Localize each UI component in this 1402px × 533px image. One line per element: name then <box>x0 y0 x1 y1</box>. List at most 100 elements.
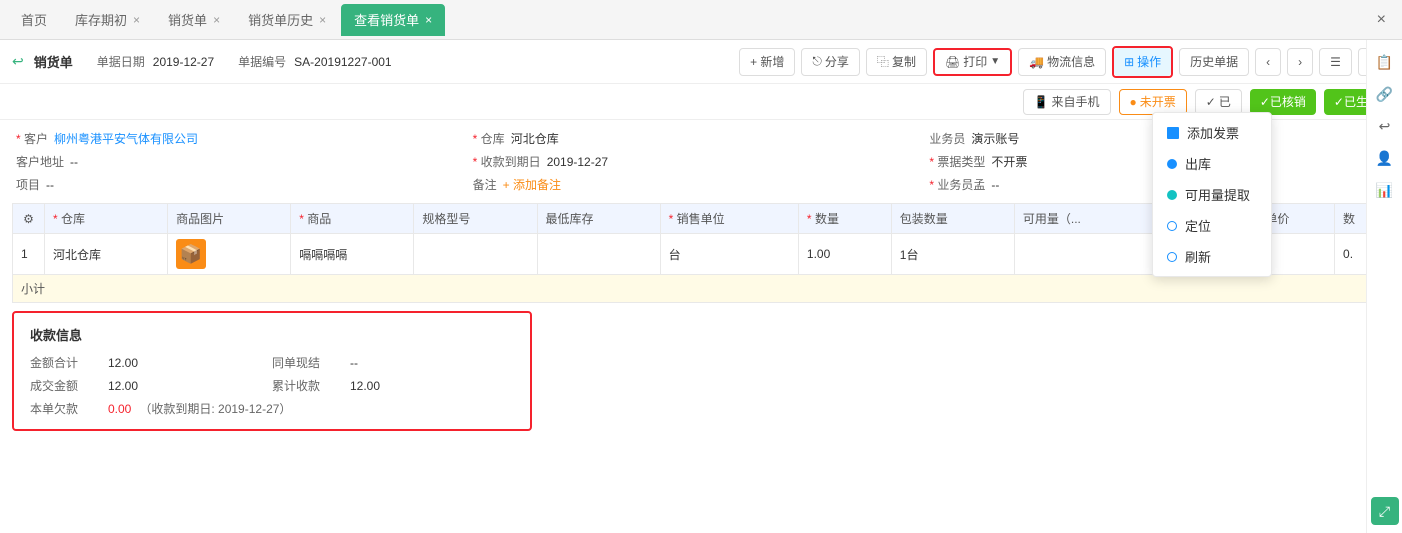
col-available: 可用量（... <box>1014 204 1156 234</box>
logistics-button-label: 物流信息 <box>1047 53 1095 70</box>
done-button[interactable]: ✓ 已核销 <box>1250 89 1316 115</box>
product-image: 📦 <box>176 239 206 269</box>
tab-view-sales-close[interactable]: × <box>425 13 432 27</box>
right-sidebar: 📋 🔗 ↩ 👤 📊 ⤢ <box>1366 40 1402 533</box>
salesperson-value: -- <box>991 178 999 192</box>
dropdown-available-qty[interactable]: 可用量提取 <box>1153 179 1271 210</box>
doc-icon: ↩ <box>12 53 24 70</box>
total-label: 金额合计 <box>30 354 100 371</box>
total-value: 12.00 <box>108 356 138 370</box>
customer-label: 客户 <box>16 130 48 147</box>
tab-stock-init[interactable]: 库存期初 × <box>62 4 153 36</box>
from-phone-button[interactable]: 📱 来自手机 <box>1023 89 1111 115</box>
col-qty: 数量 <box>798 204 891 234</box>
staff-label: 业务员 <box>929 130 965 147</box>
ops-button[interactable]: ⊞ 操作 <box>1114 48 1171 76</box>
done-icon: ✓ <box>1260 95 1270 109</box>
sidebar-icon-link[interactable]: 🔗 <box>1371 80 1399 108</box>
tab-home[interactable]: 首页 <box>8 4 60 36</box>
nav-prev-button[interactable]: ‹ <box>1255 48 1281 76</box>
ops-button-label: 操作 <box>1137 53 1161 70</box>
owed-value: 0.00 <box>108 402 131 416</box>
history-button-label: 历史单据 <box>1190 53 1238 70</box>
row-warehouse: 河北仓库 <box>45 234 168 275</box>
print-icon: 🖨 <box>945 55 960 69</box>
logistics-icon: 🚚 <box>1029 55 1044 69</box>
share-button[interactable]: ⎋ 分享 <box>801 48 860 76</box>
transaction-row: 成交金额 12.00 <box>30 377 272 394</box>
view-list-button[interactable]: ☰ <box>1319 48 1352 76</box>
cumulative-row: 累计收款 12.00 <box>272 377 514 394</box>
subtotal-row: 小计 <box>13 275 1390 303</box>
address-value: -- <box>70 155 78 169</box>
check-button[interactable]: ✓ 已 <box>1195 89 1242 115</box>
sidebar-icon-back[interactable]: ↩ <box>1371 112 1399 140</box>
warehouse-value: 河北仓库 <box>511 130 559 147</box>
warehouse-row: 仓库 河北仓库 <box>473 130 930 147</box>
new-button-label: + 新增 <box>750 53 784 70</box>
same-order-label: 同单现结 <box>272 354 342 371</box>
tab-sales-order[interactable]: 销货单 × <box>155 4 233 36</box>
print-dropdown-icon: ▼ <box>990 56 1000 67</box>
row-qty: 1.00 <box>798 234 891 275</box>
copy-button[interactable]: ⿻ 复制 <box>866 48 927 76</box>
not-open-button[interactable]: ● 未开票 <box>1119 89 1187 115</box>
sidebar-icon-expand[interactable]: ⤢ <box>1371 497 1399 525</box>
sidebar-icon-chart[interactable]: 📊 <box>1371 176 1399 204</box>
tab-view-sales[interactable]: 查看销货单 × <box>341 4 445 36</box>
main-area: ↩ 销货单 单据日期 2019-12-27 单据编号 SA-20191227-0… <box>0 40 1402 533</box>
staff-value: 演示账号 <box>971 130 1019 147</box>
dropdown-outbound[interactable]: 出库 <box>1153 148 1271 179</box>
owed-label: 本单欠款 <box>30 400 100 417</box>
tab-sales-order-label: 销货单 <box>168 10 207 29</box>
date-value: 2019-12-27 <box>153 55 214 69</box>
due-date-label: 收款到期日 <box>473 153 541 170</box>
logistics-button[interactable]: 🚚 物流信息 <box>1018 48 1106 76</box>
window-close-button[interactable]: × <box>1369 11 1394 29</box>
copy-icon: ⿻ <box>877 53 889 70</box>
share-button-label: 分享 <box>825 53 849 70</box>
customer-row: 客户 柳州粤港平安气体有限公司 <box>16 130 473 147</box>
row-min-stock <box>537 234 660 275</box>
same-order-value: -- <box>350 356 358 370</box>
tab-bar: 首页 库存期初 × 销货单 × 销货单历史 × 查看销货单 × × <box>0 0 1402 40</box>
salesperson-label: 业务员孟 <box>929 176 985 193</box>
dropdown-locate[interactable]: 定位 <box>1153 210 1271 241</box>
row-available <box>1014 234 1156 275</box>
tab-stock-init-close[interactable]: × <box>133 13 140 27</box>
ticket-value: 不开票 <box>991 153 1027 170</box>
active-icon: ✓ <box>1334 95 1344 109</box>
sidebar-icon-user[interactable]: 👤 <box>1371 144 1399 172</box>
row-pack-qty: 1台 <box>891 234 1014 275</box>
locate-label: 定位 <box>1185 216 1211 235</box>
tab-home-label: 首页 <box>21 10 47 29</box>
toolbar: ↩ 销货单 单据日期 2019-12-27 单据编号 SA-20191227-0… <box>0 40 1402 84</box>
no-label: 单据编号 <box>238 53 286 70</box>
col-unit: 销售单位 <box>660 204 798 234</box>
customer-value[interactable]: 柳州粤港平安气体有限公司 <box>54 130 198 147</box>
tab-sales-order-close[interactable]: × <box>213 13 220 27</box>
history-button[interactable]: 历史单据 <box>1179 48 1249 76</box>
new-button[interactable]: + 新增 <box>739 48 795 76</box>
warehouse-label: 仓库 <box>473 130 505 147</box>
transaction-label: 成交金额 <box>30 377 100 394</box>
tab-sales-history-close[interactable]: × <box>319 13 326 27</box>
print-button[interactable]: 🖨 打印 ▼ <box>933 48 1012 76</box>
col-warehouse: 仓库 <box>45 204 168 234</box>
tab-stock-init-label: 库存期初 <box>75 10 127 29</box>
add-invoice-label: 添加发票 <box>1187 123 1239 142</box>
check-label: 已 <box>1219 93 1231 110</box>
dropdown-refresh[interactable]: 刷新 <box>1153 241 1271 272</box>
col-pack-qty: 包装数量 <box>891 204 1014 234</box>
nav-next-button[interactable]: › <box>1287 48 1313 76</box>
subtotal-label: 小计 <box>13 275 1390 303</box>
tab-sales-history[interactable]: 销货单历史 × <box>235 4 339 36</box>
locate-icon <box>1167 221 1177 231</box>
dropdown-add-invoice[interactable]: 添加发票 <box>1153 117 1271 148</box>
refresh-label: 刷新 <box>1185 247 1211 266</box>
row-img: 📦 <box>168 234 291 275</box>
add-note-button[interactable]: + 添加备注 <box>503 176 561 193</box>
sidebar-icon-doc[interactable]: 📋 <box>1371 48 1399 76</box>
refresh-icon <box>1167 252 1177 262</box>
owed-row: 本单欠款 0.00 （收款到期日: 2019-12-27） <box>30 400 514 417</box>
